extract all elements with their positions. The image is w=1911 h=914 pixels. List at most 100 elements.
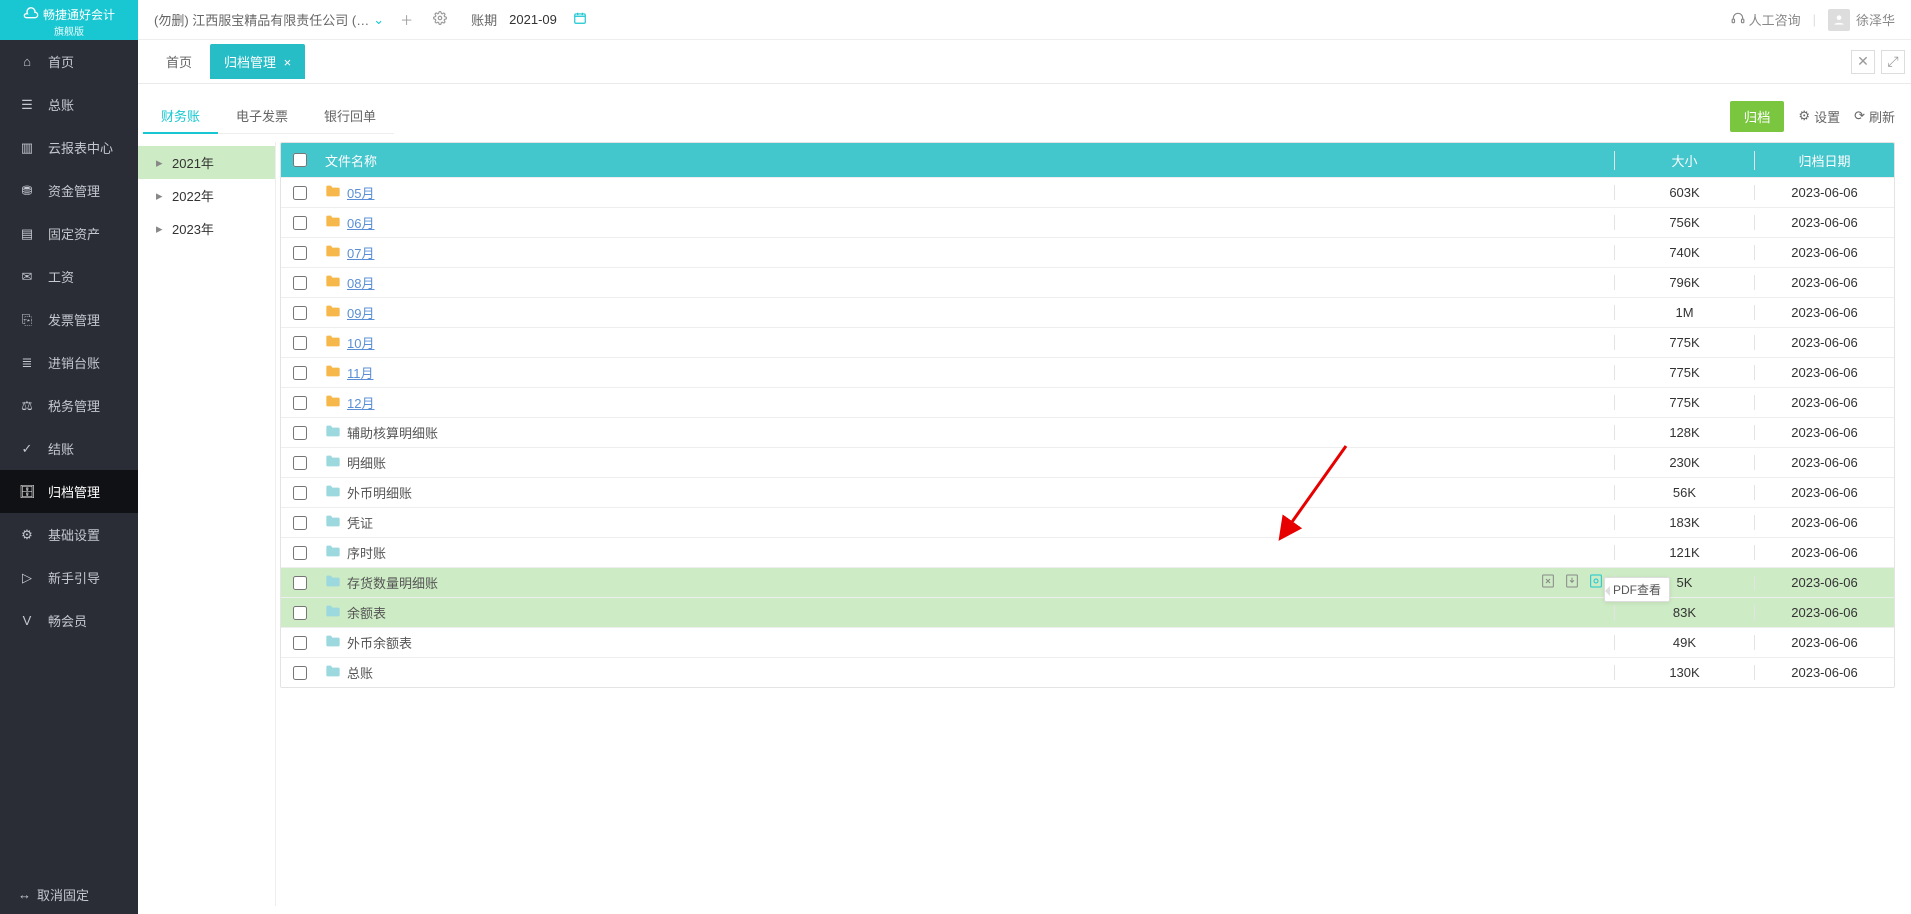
file-name: 外币余额表 bbox=[347, 633, 412, 652]
calendar-icon[interactable] bbox=[569, 7, 591, 32]
help-button[interactable]: 人工咨询 bbox=[1731, 10, 1801, 29]
sidebar-item-settings[interactable]: ⚙ 基础设置 bbox=[0, 513, 138, 556]
caret-right-icon: ▸ bbox=[156, 188, 166, 204]
row-checkbox[interactable] bbox=[293, 216, 307, 230]
row-checkbox[interactable] bbox=[293, 336, 307, 350]
table-row: 总账130K2023-06-06 bbox=[281, 657, 1894, 687]
tab-close-button[interactable]: ✕ bbox=[1851, 50, 1875, 74]
row-checkbox[interactable] bbox=[293, 246, 307, 260]
cloud-icon bbox=[23, 5, 39, 24]
row-checkbox[interactable] bbox=[293, 636, 307, 650]
year-tree-item[interactable]: ▸2022年 bbox=[138, 179, 275, 212]
row-checkbox[interactable] bbox=[293, 306, 307, 320]
sidebar-item-tax[interactable]: ⚖ 税务管理 bbox=[0, 384, 138, 427]
file-name: 总账 bbox=[347, 663, 373, 682]
file-name[interactable]: 08月 bbox=[347, 273, 374, 292]
sidebar-item-ledger[interactable]: ☰ 总账 bbox=[0, 83, 138, 126]
psi-icon: ≣ bbox=[18, 354, 36, 372]
row-checkbox[interactable] bbox=[293, 276, 307, 290]
file-date: 2023-06-06 bbox=[1754, 275, 1894, 290]
period-label: 账期 bbox=[471, 10, 497, 29]
sidebar-item-psi[interactable]: ≣ 进销台账 bbox=[0, 341, 138, 384]
table-row: 05月603K2023-06-06 bbox=[281, 177, 1894, 207]
file-name[interactable]: 09月 bbox=[347, 303, 374, 322]
salary-icon: ✉ bbox=[18, 268, 36, 286]
download-pdf-icon[interactable] bbox=[1564, 573, 1580, 592]
file-name[interactable]: 12月 bbox=[347, 393, 374, 412]
table-row: 06月756K2023-06-06 bbox=[281, 207, 1894, 237]
year-tree-item[interactable]: ▸2021年 bbox=[138, 146, 275, 179]
year-tree-item[interactable]: ▸2023年 bbox=[138, 212, 275, 245]
pdf-view-tooltip: PDF查看 bbox=[1604, 577, 1670, 602]
row-checkbox[interactable] bbox=[293, 486, 307, 500]
table-row: 09月1M2023-06-06 bbox=[281, 297, 1894, 327]
download-excel-icon[interactable] bbox=[1540, 573, 1556, 592]
archive-icon: 🗄 bbox=[18, 483, 36, 501]
company-settings-button[interactable] bbox=[429, 7, 451, 32]
add-company-button[interactable]: ＋ bbox=[396, 6, 417, 33]
refresh-icon: ⟳ bbox=[1854, 108, 1865, 124]
file-icon bbox=[325, 634, 341, 651]
file-date: 2023-06-06 bbox=[1754, 665, 1894, 680]
row-checkbox[interactable] bbox=[293, 456, 307, 470]
file-name[interactable]: 10月 bbox=[347, 333, 374, 352]
sidebar-item-label: 云报表中心 bbox=[48, 138, 113, 157]
file-name[interactable]: 11月 bbox=[347, 363, 374, 382]
file-name: 余额表 bbox=[347, 603, 386, 622]
row-checkbox[interactable] bbox=[293, 396, 307, 410]
sidebar-item-funds[interactable]: ⛃ 资金管理 bbox=[0, 169, 138, 212]
company-name: (勿删) 江西服宝精品有限责任公司 (… bbox=[154, 10, 369, 29]
file-size: 83K bbox=[1614, 605, 1754, 620]
file-icon bbox=[325, 574, 341, 591]
ledger-icon: ☰ bbox=[18, 96, 36, 114]
sidebar-item-label: 首页 bbox=[48, 52, 74, 71]
settings-link[interactable]: ⚙ 设置 bbox=[1798, 107, 1840, 126]
sidebar-item-guide[interactable]: ▷ 新手引导 bbox=[0, 556, 138, 599]
sidebar-item-label: 税务管理 bbox=[48, 396, 100, 415]
content: 财务账电子发票银行回单 归档 ⚙ 设置 ⟳ 刷新 ▸2021年▸20 bbox=[138, 84, 1911, 914]
company-selector[interactable]: (勿删) 江西服宝精品有限责任公司 (… ⌄ bbox=[154, 10, 384, 29]
sidebar-item-fixed-assets[interactable]: ▤ 固定资产 bbox=[0, 212, 138, 255]
row-checkbox[interactable] bbox=[293, 546, 307, 560]
file-date: 2023-06-06 bbox=[1754, 635, 1894, 650]
file-name[interactable]: 06月 bbox=[347, 213, 374, 232]
fullscreen-button[interactable]: ⤢ bbox=[1881, 50, 1905, 74]
sidebar-item-reports[interactable]: ▥ 云报表中心 bbox=[0, 126, 138, 169]
table-row: 08月796K2023-06-06 bbox=[281, 267, 1894, 297]
table-row: 明细账230K2023-06-06 bbox=[281, 447, 1894, 477]
sub-tab[interactable]: 银行回单 bbox=[306, 98, 394, 133]
settings-icon: ⚙ bbox=[18, 526, 36, 544]
page-tab[interactable]: 归档管理 × bbox=[210, 44, 305, 79]
refresh-link[interactable]: ⟳ 刷新 bbox=[1854, 107, 1895, 126]
row-checkbox[interactable] bbox=[293, 516, 307, 530]
row-checkbox[interactable] bbox=[293, 576, 307, 590]
file-name[interactable]: 07月 bbox=[347, 243, 374, 262]
archive-button[interactable]: 归档 bbox=[1730, 101, 1785, 132]
user-menu[interactable]: 徐泽华 bbox=[1828, 9, 1895, 31]
tab-close-icon[interactable]: × bbox=[284, 55, 292, 70]
row-checkbox[interactable] bbox=[293, 606, 307, 620]
file-name: 明细账 bbox=[347, 453, 386, 472]
file-name[interactable]: 05月 bbox=[347, 183, 374, 202]
sub-tab[interactable]: 电子发票 bbox=[218, 98, 306, 133]
sidebar-item-salary[interactable]: ✉ 工资 bbox=[0, 255, 138, 298]
file-grid: 文件名称 大小 归档日期 05月603K2023-06-0606月756K202… bbox=[280, 142, 1895, 688]
sub-tab[interactable]: 财务账 bbox=[143, 98, 218, 133]
sidebar-item-member[interactable]: V 畅会员 bbox=[0, 599, 138, 642]
row-checkbox[interactable] bbox=[293, 366, 307, 380]
sidebar-item-archive[interactable]: 🗄 归档管理 bbox=[0, 470, 138, 513]
sidebar-pin-toggle[interactable]: ↔ 取消固定 bbox=[0, 875, 138, 914]
select-all-checkbox[interactable] bbox=[293, 153, 307, 167]
sidebar-item-closing[interactable]: ✓ 结账 bbox=[0, 427, 138, 470]
view-pdf-icon[interactable]: PDF查看 bbox=[1588, 573, 1604, 592]
sidebar-item-invoice[interactable]: ⎘ 发票管理 bbox=[0, 298, 138, 341]
page-tab[interactable]: 首页 bbox=[152, 44, 206, 79]
row-checkbox[interactable] bbox=[293, 426, 307, 440]
file-size: 603K bbox=[1614, 185, 1754, 200]
row-checkbox[interactable] bbox=[293, 186, 307, 200]
row-checkbox[interactable] bbox=[293, 666, 307, 680]
member-icon: V bbox=[18, 612, 36, 630]
sidebar-item-home[interactable]: ⌂ 首页 bbox=[0, 40, 138, 83]
file-size: 128K bbox=[1614, 425, 1754, 440]
file-date: 2023-06-06 bbox=[1754, 575, 1894, 590]
